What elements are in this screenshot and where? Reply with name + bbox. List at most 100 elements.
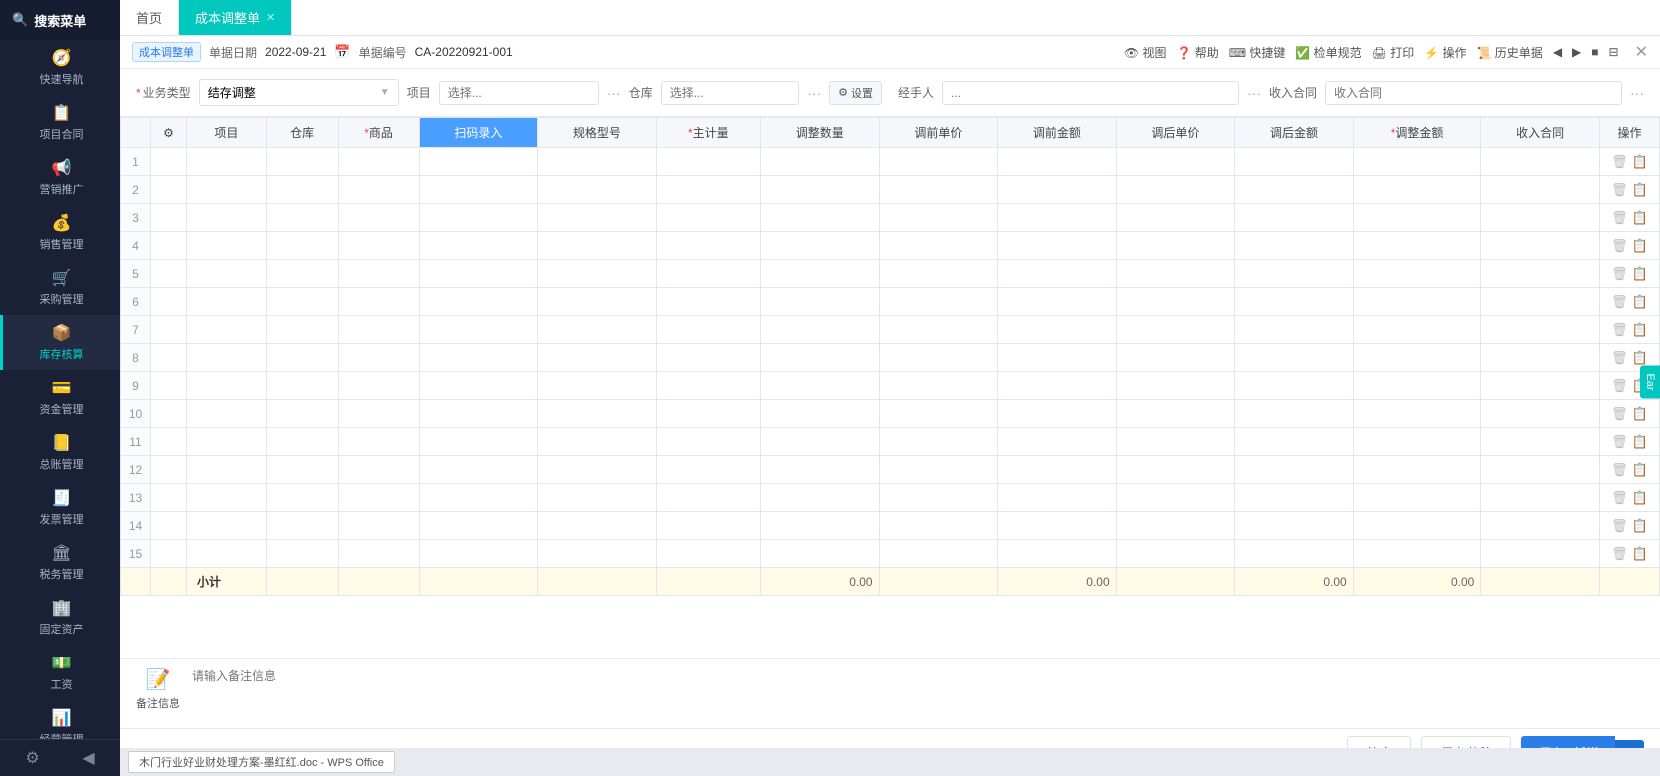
cell-unit-5[interactable] bbox=[656, 260, 760, 288]
cell-after_unit_price-14[interactable] bbox=[1116, 512, 1235, 540]
warehouse-dots[interactable]: ··· bbox=[807, 85, 821, 101]
cell-settings-8[interactable] bbox=[151, 344, 187, 372]
cell-adjust_amount-14[interactable] bbox=[1353, 512, 1481, 540]
cell-prev_amount-14[interactable] bbox=[998, 512, 1117, 540]
cell-adjust_amount-7[interactable] bbox=[1353, 316, 1481, 344]
warehouse-input[interactable] bbox=[661, 81, 799, 105]
sidebar-item-ledger-mgmt[interactable]: 📒总账管理 bbox=[0, 425, 120, 480]
cell-after_amount-6[interactable] bbox=[1235, 288, 1354, 316]
cell-goods-13[interactable] bbox=[338, 484, 419, 512]
sidebar-item-sales-promo[interactable]: 📢营销推广 bbox=[0, 150, 120, 205]
cell-unit-6[interactable] bbox=[656, 288, 760, 316]
sidebar-item-project-contract[interactable]: 📋项目合同 bbox=[0, 95, 120, 150]
toolbar-action-history[interactable]: 📜 历史单据 bbox=[1477, 44, 1543, 61]
cell-income_contract-13[interactable] bbox=[1481, 484, 1600, 512]
cell-settings-11[interactable] bbox=[151, 428, 187, 456]
cell-income_contract-4[interactable] bbox=[1481, 232, 1600, 260]
cell-unit-8[interactable] bbox=[656, 344, 760, 372]
cell-prev_amount-9[interactable] bbox=[998, 372, 1117, 400]
cell-prev_unit_price-9[interactable] bbox=[879, 372, 998, 400]
cell-project-10[interactable] bbox=[187, 400, 267, 428]
cell-settings-12[interactable] bbox=[151, 456, 187, 484]
cell-project-6[interactable] bbox=[187, 288, 267, 316]
cell-prev_unit_price-2[interactable] bbox=[879, 176, 998, 204]
cell-scan-11[interactable] bbox=[419, 428, 538, 456]
cell-warehouse-4[interactable] bbox=[266, 232, 338, 260]
cell-after_amount-12[interactable] bbox=[1235, 456, 1354, 484]
cell-income_contract-12[interactable] bbox=[1481, 456, 1600, 484]
copy-icon-8[interactable]: 📋 bbox=[1632, 350, 1648, 365]
cell-income_contract-5[interactable] bbox=[1481, 260, 1600, 288]
cell-adjust_qty-4[interactable] bbox=[761, 232, 880, 260]
cell-scan-8[interactable] bbox=[419, 344, 538, 372]
delete-icon-8[interactable]: 🗑 bbox=[1611, 350, 1628, 365]
toolbar-action-prev[interactable]: ◀ bbox=[1553, 45, 1562, 59]
sidebar-item-tax-mgmt[interactable]: 🏛税务管理 bbox=[0, 535, 120, 590]
cell-adjust_amount-10[interactable] bbox=[1353, 400, 1481, 428]
cell-prev_unit_price-6[interactable] bbox=[879, 288, 998, 316]
edge-tab-button[interactable]: Ear bbox=[1640, 365, 1660, 398]
toolbar-action-layout2[interactable]: ⊟ bbox=[1609, 45, 1619, 59]
cell-adjust_amount-15[interactable] bbox=[1353, 540, 1481, 568]
cell-warehouse-8[interactable] bbox=[266, 344, 338, 372]
cell-settings-1[interactable] bbox=[151, 148, 187, 176]
cell-after_amount-2[interactable] bbox=[1235, 176, 1354, 204]
delete-icon-14[interactable]: 🗑 bbox=[1611, 518, 1628, 533]
sidebar-item-operations-mgmt[interactable]: 📊经营管理 bbox=[0, 700, 120, 739]
cell-project-5[interactable] bbox=[187, 260, 267, 288]
cell-adjust_amount-2[interactable] bbox=[1353, 176, 1481, 204]
cell-prev_unit_price-12[interactable] bbox=[879, 456, 998, 484]
cell-unit-10[interactable] bbox=[656, 400, 760, 428]
toolbar-action-check-order[interactable]: ✅ 检单规范 bbox=[1295, 44, 1361, 61]
cell-adjust_qty-13[interactable] bbox=[761, 484, 880, 512]
cell-adjust_qty-8[interactable] bbox=[761, 344, 880, 372]
cell-spec-12[interactable] bbox=[538, 456, 657, 484]
cell-income_contract-11[interactable] bbox=[1481, 428, 1600, 456]
cell-scan-5[interactable] bbox=[419, 260, 538, 288]
cell-unit-7[interactable] bbox=[656, 316, 760, 344]
cell-adjust_qty-9[interactable] bbox=[761, 372, 880, 400]
cell-prev_unit_price-5[interactable] bbox=[879, 260, 998, 288]
cell-scan-3[interactable] bbox=[419, 204, 538, 232]
cell-settings-10[interactable] bbox=[151, 400, 187, 428]
sidebar-item-fixed-assets[interactable]: 🏢固定资产 bbox=[0, 590, 120, 645]
cell-adjust_amount-4[interactable] bbox=[1353, 232, 1481, 260]
cell-scan-12[interactable] bbox=[419, 456, 538, 484]
cell-goods-4[interactable] bbox=[338, 232, 419, 260]
cell-income_contract-7[interactable] bbox=[1481, 316, 1600, 344]
cell-spec-4[interactable] bbox=[538, 232, 657, 260]
cell-project-1[interactable] bbox=[187, 148, 267, 176]
cell-adjust_amount-11[interactable] bbox=[1353, 428, 1481, 456]
cell-after_unit_price-5[interactable] bbox=[1116, 260, 1235, 288]
cell-after_amount-3[interactable] bbox=[1235, 204, 1354, 232]
tab-cost-adjust[interactable]: 成本调整单 ✕ bbox=[179, 0, 292, 35]
toolbar-action-next[interactable]: ▶ bbox=[1572, 45, 1581, 59]
cell-unit-2[interactable] bbox=[656, 176, 760, 204]
toolbar-action-help[interactable]: ❓ 帮助 bbox=[1176, 44, 1218, 61]
cell-scan-9[interactable] bbox=[419, 372, 538, 400]
cell-scan-10[interactable] bbox=[419, 400, 538, 428]
cell-settings-6[interactable] bbox=[151, 288, 187, 316]
cell-after_amount-10[interactable] bbox=[1235, 400, 1354, 428]
cell-scan-6[interactable] bbox=[419, 288, 538, 316]
agent-input[interactable] bbox=[942, 81, 1239, 105]
cell-scan-7[interactable] bbox=[419, 316, 538, 344]
copy-icon-11[interactable]: 📋 bbox=[1632, 434, 1648, 449]
copy-icon-1[interactable]: 📋 bbox=[1632, 154, 1648, 169]
cell-goods-5[interactable] bbox=[338, 260, 419, 288]
cell-settings-4[interactable] bbox=[151, 232, 187, 260]
cell-scan-15[interactable] bbox=[419, 540, 538, 568]
cell-project-13[interactable] bbox=[187, 484, 267, 512]
cell-project-11[interactable] bbox=[187, 428, 267, 456]
copy-icon-2[interactable]: 📋 bbox=[1632, 182, 1648, 197]
cell-adjust_qty-7[interactable] bbox=[761, 316, 880, 344]
cell-settings-7[interactable] bbox=[151, 316, 187, 344]
cell-prev_unit_price-1[interactable] bbox=[879, 148, 998, 176]
cell-warehouse-9[interactable] bbox=[266, 372, 338, 400]
income-contract-input[interactable] bbox=[1325, 81, 1622, 105]
cell-warehouse-12[interactable] bbox=[266, 456, 338, 484]
toolbar-action-layout1[interactable]: ■ bbox=[1591, 45, 1598, 59]
cell-scan-4[interactable] bbox=[419, 232, 538, 260]
cell-after_unit_price-9[interactable] bbox=[1116, 372, 1235, 400]
cell-unit-4[interactable] bbox=[656, 232, 760, 260]
